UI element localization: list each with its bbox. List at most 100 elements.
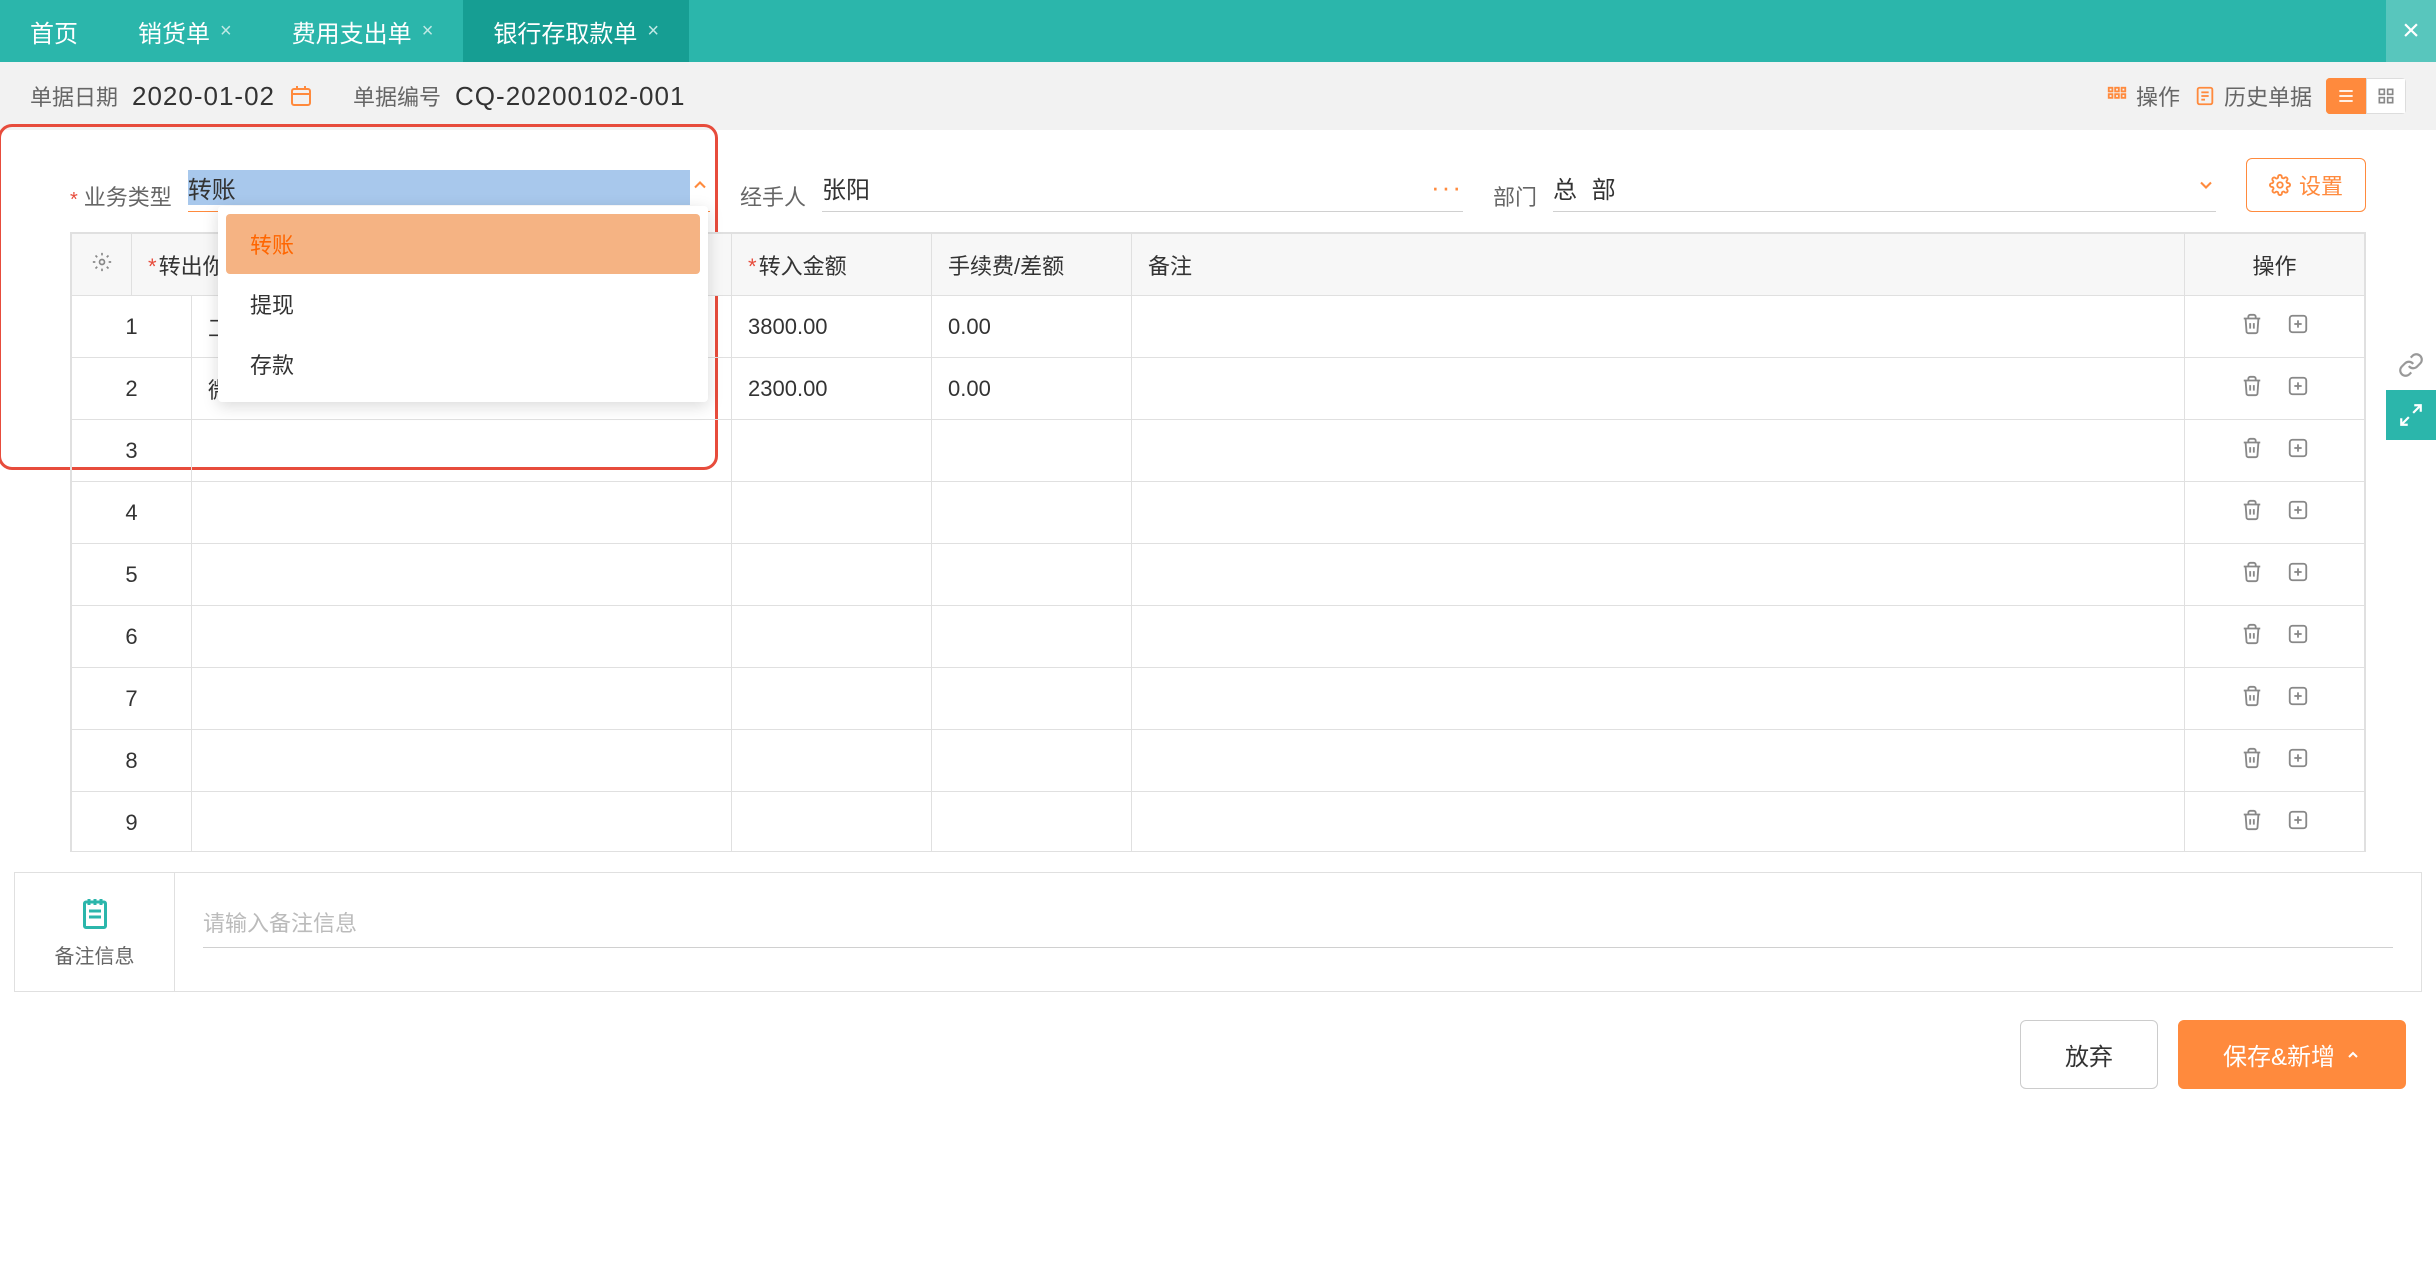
- table-row[interactable]: 3: [72, 420, 2365, 482]
- dept-value[interactable]: 总 部: [1553, 170, 2196, 205]
- cell-out[interactable]: [192, 544, 732, 606]
- add-row-icon[interactable]: [2287, 685, 2309, 713]
- link-icon[interactable]: [2386, 340, 2436, 390]
- chevron-down-icon[interactable]: [2196, 175, 2216, 201]
- cell-out[interactable]: [192, 482, 732, 544]
- tab-expense[interactable]: 费用支出单×: [262, 0, 464, 62]
- save-and-new-button[interactable]: 保存&新增: [2178, 1020, 2406, 1089]
- cell-in[interactable]: [732, 420, 932, 482]
- cell-remark[interactable]: [1132, 544, 2185, 606]
- grid-view-button[interactable]: [2366, 78, 2406, 114]
- history-button[interactable]: 历史单据: [2194, 80, 2312, 112]
- cell-remark[interactable]: [1132, 358, 2185, 420]
- delete-row-icon[interactable]: [2241, 685, 2263, 713]
- remark-panel: 备注信息: [14, 872, 2422, 992]
- dropdown-item-transfer[interactable]: 转账: [226, 214, 700, 274]
- row-index: 8: [72, 730, 192, 792]
- gear-column-header[interactable]: [72, 234, 132, 296]
- cell-in[interactable]: [732, 792, 932, 853]
- cancel-button[interactable]: 放弃: [2020, 1020, 2158, 1089]
- handler-value[interactable]: 张阳: [822, 170, 1431, 205]
- cell-out[interactable]: [192, 420, 732, 482]
- operations-button[interactable]: 操作: [2106, 80, 2180, 112]
- delete-row-icon[interactable]: [2241, 499, 2263, 527]
- tab-bank-transfer[interactable]: 银行存取款单×: [463, 0, 689, 62]
- delete-row-icon[interactable]: [2241, 747, 2263, 775]
- add-row-icon[interactable]: [2287, 747, 2309, 775]
- delete-row-icon[interactable]: [2241, 375, 2263, 403]
- form-row: * 业务类型 转账 转账 提现 存款 经手人 张阳 ··· 部门 总 部: [0, 130, 2436, 232]
- date-value[interactable]: 2020-01-02: [132, 81, 275, 112]
- close-icon[interactable]: ×: [647, 20, 659, 43]
- add-row-icon[interactable]: [2287, 809, 2309, 837]
- cell-action: [2185, 420, 2365, 482]
- cell-in[interactable]: [732, 730, 932, 792]
- table-row[interactable]: 7: [72, 668, 2365, 730]
- cell-in[interactable]: [732, 544, 932, 606]
- add-row-icon[interactable]: [2287, 437, 2309, 465]
- list-view-button[interactable]: [2326, 78, 2366, 114]
- cell-out[interactable]: [192, 792, 732, 853]
- dept-label: 部门: [1493, 180, 1537, 212]
- add-row-icon[interactable]: [2287, 623, 2309, 651]
- close-icon[interactable]: ×: [422, 20, 434, 43]
- dept-field[interactable]: 部门 总 部: [1493, 158, 2216, 212]
- add-row-icon[interactable]: [2287, 561, 2309, 589]
- cell-remark[interactable]: [1132, 730, 2185, 792]
- calendar-icon[interactable]: [289, 84, 313, 108]
- cell-fee[interactable]: [932, 792, 1132, 853]
- cell-in[interactable]: 3800.00: [732, 296, 932, 358]
- document-header: 单据日期 2020-01-02 单据编号 CQ-20200102-001 操作 …: [0, 62, 2436, 130]
- close-panel-button[interactable]: ×: [2386, 0, 2436, 62]
- cell-out[interactable]: [192, 606, 732, 668]
- cell-fee[interactable]: [932, 606, 1132, 668]
- settings-button[interactable]: 设置: [2246, 158, 2366, 212]
- dropdown-item-withdraw[interactable]: 提现: [226, 274, 700, 334]
- cell-remark[interactable]: [1132, 792, 2185, 853]
- remark-input[interactable]: [203, 901, 2393, 948]
- cell-action: [2185, 482, 2365, 544]
- dropdown-item-deposit[interactable]: 存款: [226, 334, 700, 394]
- handler-field[interactable]: 经手人 张阳 ···: [740, 158, 1463, 212]
- table-row[interactable]: 4: [72, 482, 2365, 544]
- chevron-up-icon[interactable]: [690, 175, 710, 201]
- cell-fee[interactable]: 0.00: [932, 358, 1132, 420]
- cell-remark[interactable]: [1132, 606, 2185, 668]
- delete-row-icon[interactable]: [2241, 561, 2263, 589]
- tab-home[interactable]: 首页: [0, 0, 108, 62]
- table-row[interactable]: 8: [72, 730, 2365, 792]
- cell-fee[interactable]: [932, 668, 1132, 730]
- cell-fee[interactable]: [932, 420, 1132, 482]
- cell-remark[interactable]: [1132, 482, 2185, 544]
- delete-row-icon[interactable]: [2241, 623, 2263, 651]
- delete-row-icon[interactable]: [2241, 437, 2263, 465]
- cell-remark[interactable]: [1132, 420, 2185, 482]
- close-icon[interactable]: ×: [220, 20, 232, 43]
- add-row-icon[interactable]: [2287, 313, 2309, 341]
- add-row-icon[interactable]: [2287, 499, 2309, 527]
- cell-in[interactable]: 2300.00: [732, 358, 932, 420]
- cell-out[interactable]: [192, 668, 732, 730]
- cell-fee[interactable]: [932, 544, 1132, 606]
- delete-row-icon[interactable]: [2241, 313, 2263, 341]
- table-row[interactable]: 6: [72, 606, 2365, 668]
- cell-fee[interactable]: [932, 730, 1132, 792]
- biz-type-field[interactable]: * 业务类型 转账 转账 提现 存款: [70, 158, 710, 212]
- cell-fee[interactable]: [932, 482, 1132, 544]
- cell-fee[interactable]: 0.00: [932, 296, 1132, 358]
- cell-remark[interactable]: [1132, 668, 2185, 730]
- biz-type-value[interactable]: 转账: [188, 170, 690, 205]
- cell-remark[interactable]: [1132, 296, 2185, 358]
- expand-icon[interactable]: [2386, 390, 2436, 440]
- more-icon[interactable]: ···: [1431, 172, 1463, 203]
- tab-sales[interactable]: 销货单×: [108, 0, 262, 62]
- cell-in[interactable]: [732, 668, 932, 730]
- table-row[interactable]: 9: [72, 792, 2365, 853]
- cell-in[interactable]: [732, 482, 932, 544]
- table-row[interactable]: 5: [72, 544, 2365, 606]
- cell-out[interactable]: [192, 730, 732, 792]
- delete-row-icon[interactable]: [2241, 809, 2263, 837]
- cell-in[interactable]: [732, 606, 932, 668]
- add-row-icon[interactable]: [2287, 375, 2309, 403]
- row-index: 5: [72, 544, 192, 606]
